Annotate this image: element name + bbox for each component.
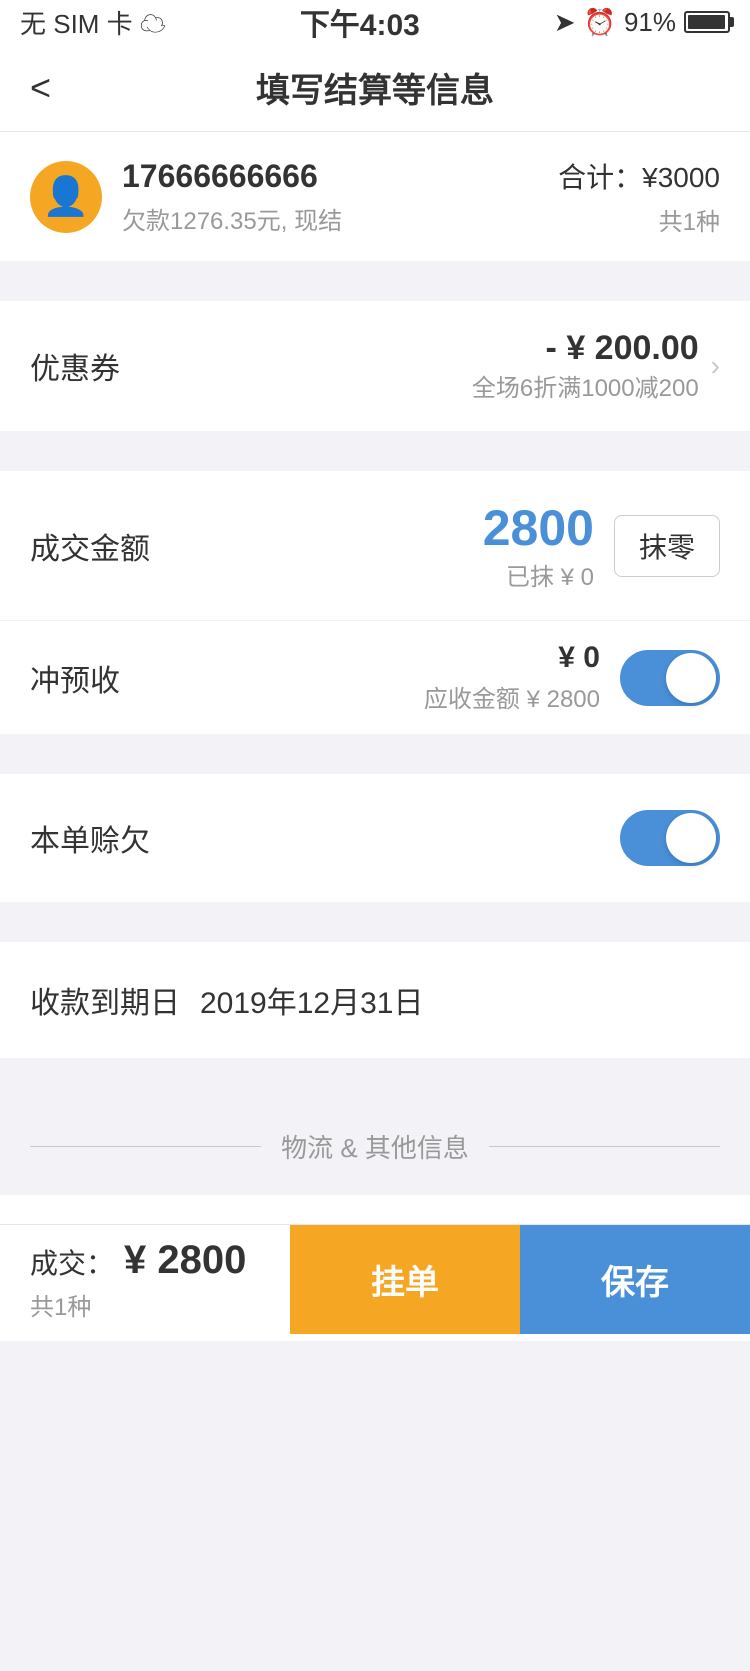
deal-amount-sub: 已抹 ¥ 0 — [483, 557, 594, 592]
bottom-deal: 成交： ¥ 2800 — [30, 1238, 260, 1283]
arrears-right — [620, 810, 720, 866]
bottom-deal-label: 成交： — [30, 1242, 114, 1282]
bottom-bar: 成交： ¥ 2800 共1种 挂单 保存 — [0, 1224, 750, 1334]
due-date-section: 收款到期日 2019年12月31日 — [0, 942, 750, 1058]
divider-section: 物流 & 其他信息 — [0, 1098, 750, 1195]
arrears-section: 本单赊欠 — [0, 774, 750, 902]
save-button[interactable]: 保存 — [520, 1225, 750, 1334]
prepay-right: ¥ 0 应收金额 ¥ 2800 — [424, 641, 720, 714]
bottom-info: 成交： ¥ 2800 共1种 — [0, 1238, 290, 1322]
user-total: 合计：¥3000 共1种 — [558, 156, 720, 237]
bottom-count: 共1种 — [30, 1287, 260, 1322]
deal-amount-row: 成交金额 2800 已抹 ¥ 0 抹零 — [0, 471, 750, 621]
arrears-label: 本单赊欠 — [30, 816, 150, 860]
user-phone: 17666666666 — [122, 158, 558, 195]
status-time: 下午4:03 — [300, 0, 420, 44]
deal-amount-value[interactable]: 2800 — [483, 499, 594, 557]
coupon-label: 优惠券 — [30, 344, 120, 388]
prepay-amount-block: ¥ 0 应收金额 ¥ 2800 — [424, 641, 600, 714]
toggle-knob — [666, 653, 716, 703]
arrears-toggle[interactable] — [620, 810, 720, 866]
bottom-deal-amount: ¥ 2800 — [124, 1238, 246, 1283]
alarm-icon: ⏰ — [584, 7, 616, 38]
page-title: 填写结算等信息 — [90, 63, 660, 112]
coupon-row[interactable]: 优惠券 - ¥ 200.00 全场6折满1000减200 › — [0, 301, 750, 431]
prepay-amount: ¥ 0 — [424, 641, 600, 675]
prepay-toggle[interactable] — [620, 650, 720, 706]
coupon-section: 优惠券 - ¥ 200.00 全场6折满1000减200 › — [0, 301, 750, 431]
prepay-row: 冲预收 ¥ 0 应收金额 ¥ 2800 — [0, 621, 750, 734]
battery-icon — [684, 11, 730, 33]
prepay-sub: 应收金额 ¥ 2800 — [424, 679, 600, 714]
status-right: ➤ ⏰ 91% — [554, 7, 730, 38]
gray-area — [0, 1361, 750, 1561]
due-date-row: 收款到期日 2019年12月31日 — [30, 978, 720, 1022]
sim-status: 无 SIM 卡 ☁ — [20, 4, 166, 41]
status-left: 无 SIM 卡 ☁ — [20, 4, 166, 41]
arrears-toggle-knob — [666, 813, 716, 863]
hang-order-button[interactable]: 挂单 — [290, 1225, 520, 1334]
coupon-right: - ¥ 200.00 全场6折满1000减200 › — [472, 329, 720, 403]
user-row: 👤 17666666666 欠款1276.35元, 现结 合计：¥3000 共1… — [0, 132, 750, 261]
total-count: 共1种 — [558, 202, 720, 237]
deal-amount-section: 成交金额 2800 已抹 ¥ 0 抹零 冲预收 ¥ 0 应收金额 ¥ 2800 — [0, 471, 750, 734]
status-bar: 无 SIM 卡 ☁ 下午4:03 ➤ ⏰ 91% — [0, 0, 750, 44]
page-header: < 填写结算等信息 — [0, 44, 750, 132]
arrears-row: 本单赊欠 — [0, 774, 750, 902]
user-info: 17666666666 欠款1276.35元, 现结 — [122, 158, 558, 236]
deal-amount-label: 成交金额 — [30, 524, 150, 568]
round-zero-button[interactable]: 抹零 — [614, 515, 720, 577]
back-button[interactable]: < — [30, 67, 90, 109]
prepay-label: 冲预收 — [30, 656, 120, 700]
divider-text: 物流 & 其他信息 — [261, 1128, 489, 1165]
avatar: 👤 — [30, 161, 102, 233]
avatar-icon: 👤 — [42, 175, 89, 219]
due-date-value: 2019年12月31日 — [200, 978, 423, 1022]
deal-amount-right: 2800 已抹 ¥ 0 抹零 — [483, 499, 720, 592]
coupon-chevron-icon: › — [711, 350, 720, 382]
battery-percent: 91% — [624, 7, 676, 38]
user-debt: 欠款1276.35元, 现结 — [122, 201, 558, 236]
location-icon: ➤ — [554, 7, 576, 38]
due-date-label: 收款到期日 — [30, 978, 180, 1022]
divider-line: 物流 & 其他信息 — [0, 1108, 750, 1185]
user-info-section: 👤 17666666666 欠款1276.35元, 现结 合计：¥3000 共1… — [0, 132, 750, 261]
coupon-desc: 全场6折满1000减200 — [472, 368, 699, 403]
total-label: 合计：¥3000 — [558, 156, 720, 196]
coupon-amount: - ¥ 200.00 — [472, 329, 699, 368]
